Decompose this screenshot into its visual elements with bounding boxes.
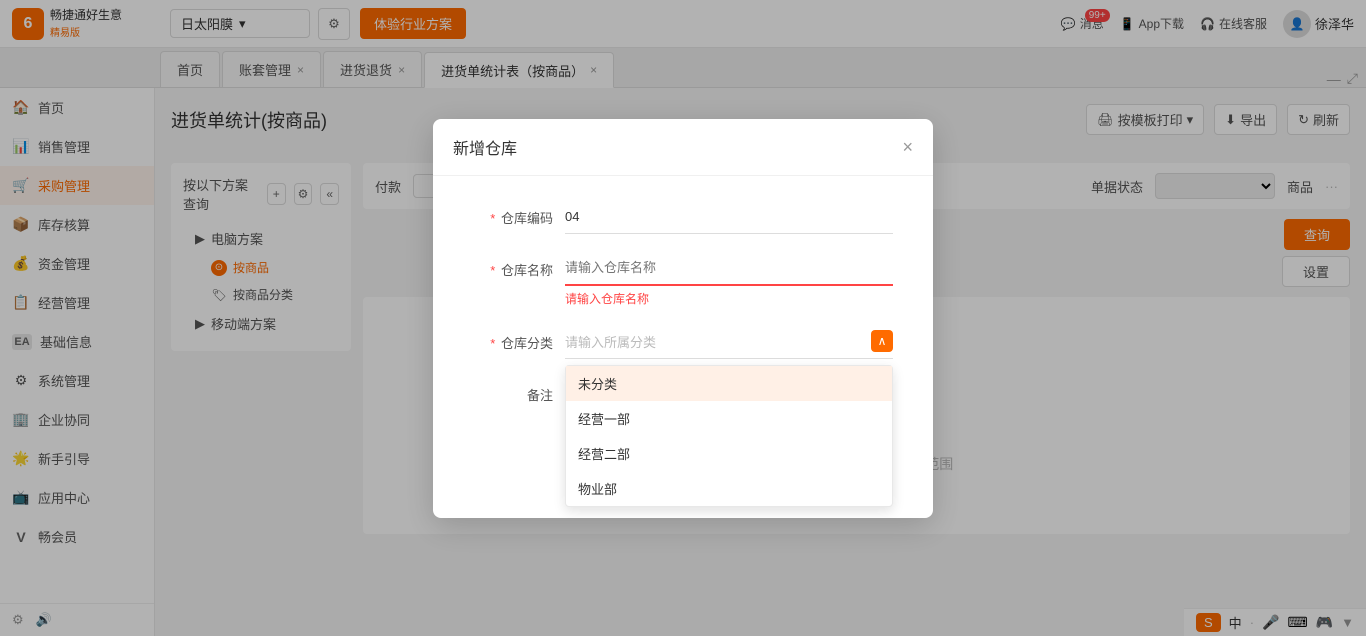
option-dept1[interactable]: 经营一部 [566,401,892,436]
option-unclassified[interactable]: 未分类 [566,366,892,401]
warehouse-code-row: * 仓库编码 [473,200,893,234]
add-warehouse-dialog: 新增仓库 × * 仓库编码 * 仓库名称 [433,119,933,518]
warehouse-category-row: * 仓库分类 请输入所属分类 ∧ 未分类 经营一部 经营二部 物业部 [473,325,893,359]
dialog-header: 新增仓库 × [433,119,933,176]
category-dropdown-list: 未分类 经营一部 经营二部 物业部 [565,365,893,507]
dialog-body: * 仓库编码 * 仓库名称 请输入仓库名称 [433,176,933,453]
category-dropdown[interactable]: 请输入所属分类 ∧ [565,325,893,359]
warehouse-code-input[interactable] [565,200,893,234]
warehouse-name-row: * 仓库名称 请输入仓库名称 [473,252,893,307]
warehouse-name-label: * 仓库名称 [473,252,553,279]
warehouse-name-control: 请输入仓库名称 [565,252,893,307]
dialog-close-button[interactable]: × [902,138,913,156]
dropdown-arrow-icon: ∧ [871,330,893,352]
dialog-title: 新增仓库 [453,135,517,159]
warehouse-category-label: * 仓库分类 [473,325,553,352]
warehouse-code-control [565,200,893,234]
category-placeholder: 请输入所属分类 [565,332,656,351]
warehouse-name-input[interactable] [565,252,893,286]
notes-label: 备注 [473,377,553,404]
warehouse-name-error: 请输入仓库名称 [565,290,893,307]
warehouse-category-control: 请输入所属分类 ∧ 未分类 经营一部 经营二部 物业部 [565,325,893,359]
option-dept2[interactable]: 经营二部 [566,436,892,471]
option-property[interactable]: 物业部 [566,471,892,506]
warehouse-code-label: * 仓库编码 [473,200,553,227]
modal-overlay[interactable]: 新增仓库 × * 仓库编码 * 仓库名称 [0,0,1366,636]
